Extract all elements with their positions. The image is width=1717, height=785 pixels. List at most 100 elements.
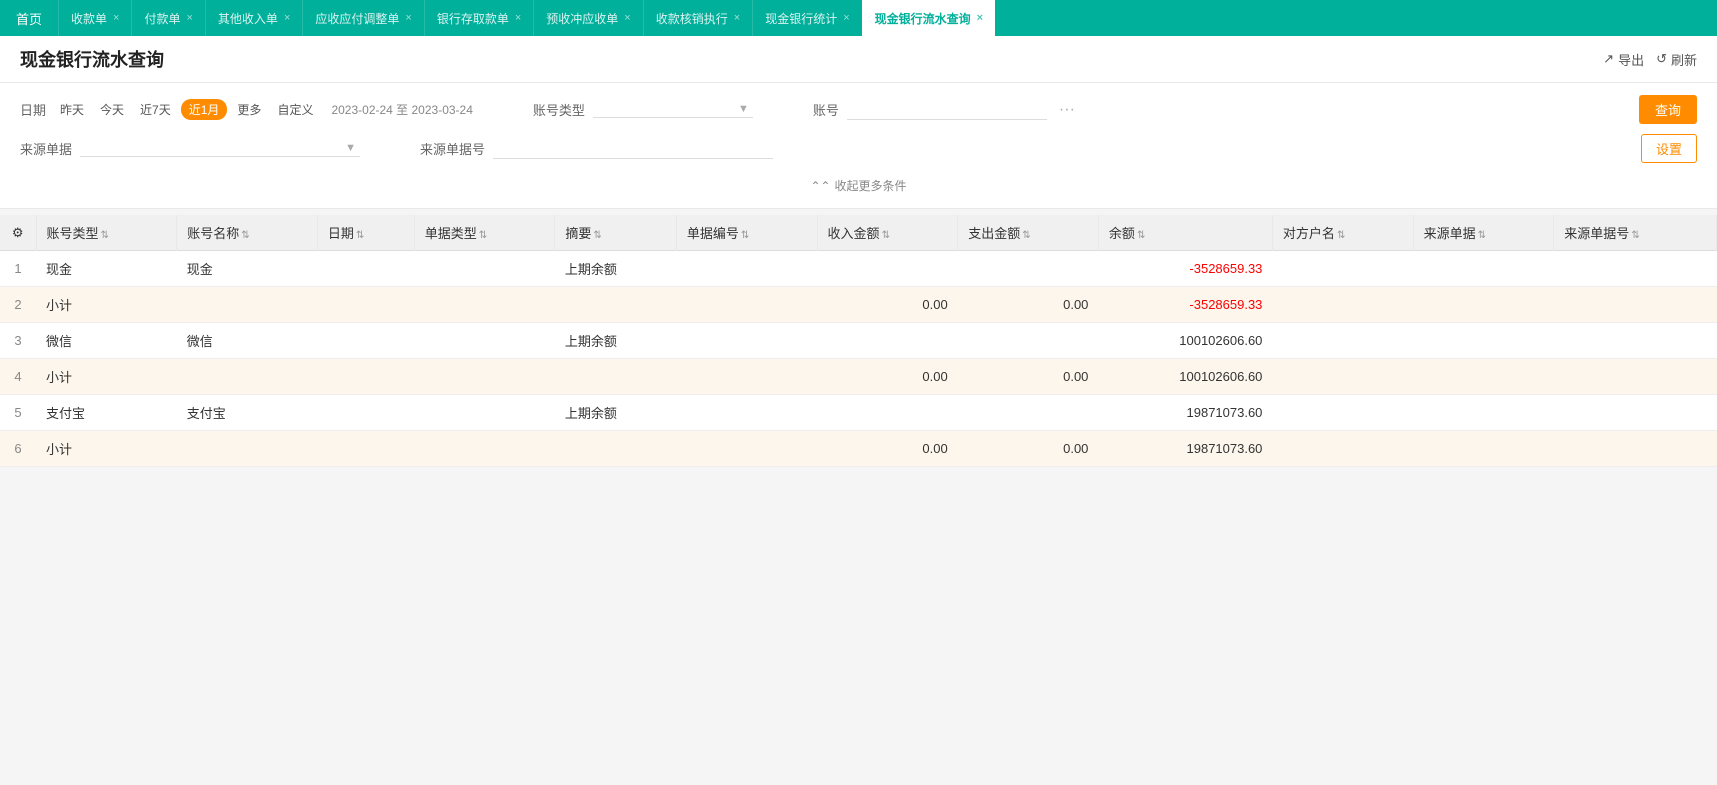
- date-cell: [317, 431, 414, 467]
- top-nav: 首页 收款单 × 付款单 × 其他收入单 × 应收应付调整单 × 银行存取款单 …: [0, 0, 1717, 36]
- balance-cell: -3528659.33: [1098, 251, 1272, 287]
- source-doc-no-input[interactable]: [493, 139, 773, 159]
- close-icon[interactable]: ×: [515, 12, 521, 24]
- table-row: 2 小计 0.00 0.00 -3528659.33: [0, 287, 1717, 323]
- col-account-name[interactable]: 账号名称⇅: [177, 215, 318, 251]
- account-type-label: 账号类型: [533, 100, 585, 119]
- refresh-button[interactable]: ↺ 刷新: [1656, 50, 1697, 69]
- source-doc-no-cell: [1554, 251, 1717, 287]
- settings-button-group: 设置: [1641, 134, 1697, 163]
- date-cell: [317, 395, 414, 431]
- query-button[interactable]: 查询: [1639, 95, 1697, 124]
- account-type-cell: 微信: [36, 323, 177, 359]
- account-type-select[interactable]: ▼: [593, 101, 753, 118]
- export-button[interactable]: ↗ 导出: [1603, 50, 1644, 69]
- income-cell: [817, 323, 958, 359]
- date-btn-7days[interactable]: 近7天: [134, 99, 177, 120]
- source-doc-select[interactable]: ▼: [80, 140, 360, 157]
- account-type-cell: 支付宝: [36, 395, 177, 431]
- source-doc-no-label: 来源单据号: [420, 139, 485, 158]
- col-expense[interactable]: 支出金额⇅: [958, 215, 1099, 251]
- account-type-filter-group: 账号类型 ▼: [533, 100, 753, 119]
- date-btn-yesterday[interactable]: 昨天: [54, 99, 90, 120]
- more-icon[interactable]: ···: [1059, 101, 1075, 119]
- balance-cell: -3528659.33: [1098, 287, 1272, 323]
- source-doc-no-cell: [1554, 323, 1717, 359]
- nav-tab-liushui[interactable]: 现金银行流水查询 ×: [862, 0, 995, 36]
- summary-cell: 上期余额: [555, 323, 676, 359]
- table-row: 3 微信 微信 上期余额 100102606.60: [0, 323, 1717, 359]
- close-icon[interactable]: ×: [186, 12, 192, 24]
- doc-type-cell: [414, 395, 555, 431]
- col-date[interactable]: 日期⇅: [317, 215, 414, 251]
- date-btn-more[interactable]: 更多: [231, 99, 267, 120]
- expense-cell: 0.00: [958, 431, 1099, 467]
- source-doc-no-cell: [1554, 359, 1717, 395]
- filter-area: 日期 昨天 今天 近7天 近1月 更多 自定义 2023-02-24 至 202…: [0, 83, 1717, 209]
- close-icon[interactable]: ×: [284, 12, 290, 24]
- date-range-buttons: 昨天 今天 近7天 近1月 更多 自定义: [54, 99, 319, 120]
- row-num: 1: [0, 251, 36, 287]
- col-balance[interactable]: 余额⇅: [1098, 215, 1272, 251]
- table-row: 4 小计 0.00 0.00 100102606.60: [0, 359, 1717, 395]
- nav-tab-yingshouyf[interactable]: 应收应付调整单 ×: [302, 0, 423, 36]
- date-label: 日期: [20, 100, 46, 119]
- account-no-input[interactable]: [847, 100, 1047, 120]
- nav-tab-yinhang[interactable]: 银行存取款单 ×: [424, 0, 533, 36]
- col-summary[interactable]: 摘要⇅: [555, 215, 676, 251]
- data-table: ⚙ 账号类型⇅ 账号名称⇅ 日期⇅ 单据类型⇅ 摘要⇅ 单据编号⇅ 收入金额⇅ …: [0, 215, 1717, 467]
- income-cell: [817, 251, 958, 287]
- col-doc-type[interactable]: 单据类型⇅: [414, 215, 555, 251]
- date-btn-today[interactable]: 今天: [94, 99, 130, 120]
- date-btn-1month[interactable]: 近1月: [181, 99, 228, 120]
- balance-cell: 19871073.60: [1098, 395, 1272, 431]
- close-icon[interactable]: ×: [977, 12, 983, 24]
- nav-tab-shoukuan-hexiao[interactable]: 收款核销执行 ×: [643, 0, 752, 36]
- nav-tab-qita[interactable]: 其他收入单 ×: [205, 0, 302, 36]
- source-doc-cell: [1413, 323, 1554, 359]
- expense-cell: 0.00: [958, 287, 1099, 323]
- account-type-cell: 小计: [36, 359, 177, 395]
- col-source-doc[interactable]: 来源单据⇅: [1413, 215, 1554, 251]
- nav-home[interactable]: 首页: [0, 0, 58, 36]
- col-account-type[interactable]: 账号类型⇅: [36, 215, 177, 251]
- date-btn-custom[interactable]: 自定义: [271, 99, 319, 120]
- doc-no-cell: [676, 431, 817, 467]
- counterparty-cell: [1272, 287, 1413, 323]
- chevron-down-icon: ▼: [738, 103, 749, 115]
- collapse-bar[interactable]: ⌃⌃ 收起更多条件: [20, 173, 1697, 202]
- row-num: 3: [0, 323, 36, 359]
- counterparty-cell: [1272, 359, 1413, 395]
- row-num: 4: [0, 359, 36, 395]
- col-counterparty[interactable]: 对方户名⇅: [1272, 215, 1413, 251]
- source-doc-filter-group: 来源单据 ▼: [20, 139, 360, 158]
- nav-tab-shoukuan[interactable]: 收款单 ×: [58, 0, 131, 36]
- source-doc-no-cell: [1554, 395, 1717, 431]
- doc-type-cell: [414, 323, 555, 359]
- nav-tab-fukuan[interactable]: 付款单 ×: [131, 0, 204, 36]
- summary-cell: [555, 359, 676, 395]
- close-icon[interactable]: ×: [734, 12, 740, 24]
- source-doc-no-cell: [1554, 431, 1717, 467]
- account-type-cell: 小计: [36, 431, 177, 467]
- doc-type-cell: [414, 251, 555, 287]
- counterparty-cell: [1272, 395, 1413, 431]
- settings-button[interactable]: 设置: [1641, 134, 1697, 163]
- account-name-cell: [177, 287, 318, 323]
- source-doc-no-cell: [1554, 287, 1717, 323]
- close-icon[interactable]: ×: [405, 12, 411, 24]
- nav-tab-tongji[interactable]: 现金银行统计 ×: [752, 0, 861, 36]
- close-icon[interactable]: ×: [624, 12, 630, 24]
- source-doc-cell: [1413, 395, 1554, 431]
- doc-type-cell: [414, 359, 555, 395]
- date-range-value: 2023-02-24 至 2023-03-24: [331, 101, 472, 118]
- expense-cell: [958, 323, 1099, 359]
- col-doc-no[interactable]: 单据编号⇅: [676, 215, 817, 251]
- col-income[interactable]: 收入金额⇅: [817, 215, 958, 251]
- col-source-doc-no[interactable]: 来源单据号⇅: [1554, 215, 1717, 251]
- close-icon[interactable]: ×: [113, 12, 119, 24]
- close-icon[interactable]: ×: [843, 12, 849, 24]
- collapse-icon: ⌃⌃: [810, 179, 830, 193]
- col-settings[interactable]: ⚙: [0, 215, 36, 251]
- nav-tab-yushou[interactable]: 预收冲应收单 ×: [533, 0, 642, 36]
